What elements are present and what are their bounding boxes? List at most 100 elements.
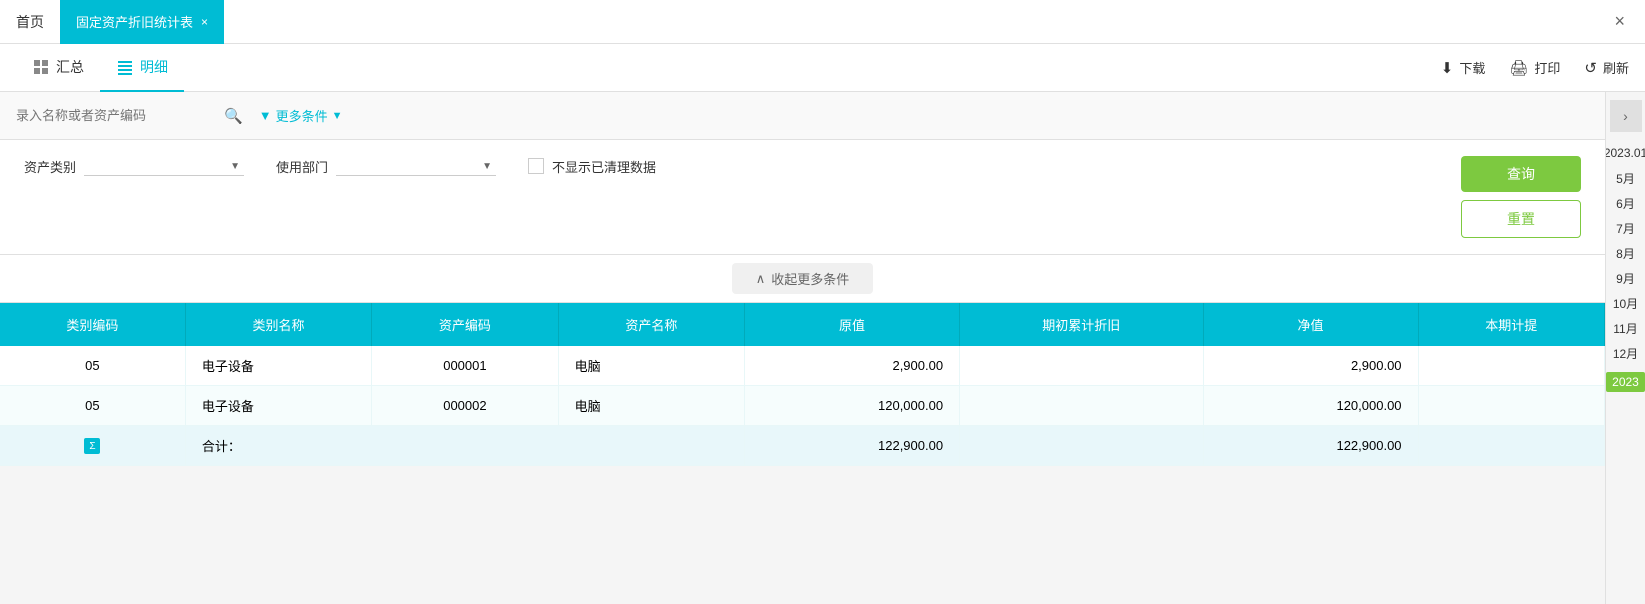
cell-original-value: 2,900.00 bbox=[745, 346, 960, 386]
col-header-asset-code: 资产编码 bbox=[372, 303, 558, 346]
tab-detail[interactable]: 明细 bbox=[100, 44, 184, 92]
cell-category-name: 电子设备 bbox=[185, 386, 371, 426]
sidebar-year-badge[interactable]: 2023 bbox=[1606, 372, 1645, 392]
sidebar-month-item[interactable]: 5月 bbox=[1613, 166, 1638, 191]
print-icon: 🖨 bbox=[1509, 59, 1528, 77]
refresh-button[interactable]: ↺ 刷新 bbox=[1584, 58, 1629, 77]
total-net-value: 122,900.00 bbox=[1203, 426, 1418, 466]
department-group: 使用部门 ▼ bbox=[276, 156, 496, 176]
cell-asset-name: 电脑 bbox=[558, 346, 744, 386]
search-bar: 🔍 ▼ 更多条件 ▼ bbox=[0, 92, 1605, 140]
sidebar-expand-arrow[interactable]: › bbox=[1610, 100, 1642, 132]
collapse-icon: ∧ bbox=[756, 271, 766, 287]
main-content: 🔍 ▼ 更多条件 ▼ 资产类别 ▼ bbox=[0, 92, 1645, 604]
total-current-depreciation bbox=[1418, 426, 1604, 466]
sidebar-month-item[interactable]: 12月 bbox=[1613, 341, 1638, 366]
cell-net-value: 120,000.00 bbox=[1203, 386, 1418, 426]
col-header-category-code: 类别编码 bbox=[0, 303, 185, 346]
filter-icon: ▼ bbox=[259, 108, 272, 123]
hide-cleared-checkbox[interactable] bbox=[528, 158, 544, 174]
summary-tab-icon bbox=[32, 58, 50, 76]
tab-summary[interactable]: 汇总 bbox=[16, 44, 100, 92]
search-icon[interactable]: 🔍 bbox=[224, 107, 243, 125]
table-header-row: 类别编码 类别名称 资产编码 资产名称 原值 期初累计折旧 净值 本期计提 bbox=[0, 303, 1605, 346]
more-conditions-label: 更多条件 bbox=[276, 106, 328, 125]
filter-right: 查询 重置 bbox=[1461, 156, 1581, 238]
query-button[interactable]: 查询 bbox=[1461, 156, 1581, 192]
department-label: 使用部门 bbox=[276, 157, 328, 176]
data-table: 类别编码 类别名称 资产编码 资产名称 原值 期初累计折旧 净值 本期计提 05… bbox=[0, 303, 1605, 466]
total-label-icon: Σ bbox=[0, 426, 185, 466]
tab-title: 固定资产折旧统计表 bbox=[76, 12, 193, 31]
col-header-original-value: 原值 bbox=[745, 303, 960, 346]
filter-section: 资产类别 ▼ 使用部门 bbox=[0, 140, 1605, 255]
sidebar-date-label: 2023.01 bbox=[1605, 142, 1645, 164]
department-select[interactable] bbox=[336, 156, 496, 176]
hide-cleared-group: 不显示已清理数据 bbox=[528, 157, 656, 176]
col-header-asset-name: 资产名称 bbox=[558, 303, 744, 346]
more-conditions-button[interactable]: ▼ 更多条件 ▼ bbox=[259, 106, 343, 125]
col-header-accumulated-depreciation: 期初累计折旧 bbox=[960, 303, 1203, 346]
cell-category-code: 05 bbox=[0, 386, 185, 426]
asset-category-select[interactable] bbox=[84, 156, 244, 176]
col-header-current-depreciation: 本期计提 bbox=[1418, 303, 1604, 346]
table-row[interactable]: 05 电子设备 000001 电脑 2,900.00 2,900.00 bbox=[0, 346, 1605, 386]
cell-asset-code: 000001 bbox=[372, 346, 558, 386]
table-total-row: Σ 合计： 122,900.00 122,900.00 bbox=[0, 426, 1605, 466]
department-select-wrap: ▼ bbox=[336, 156, 496, 176]
total-accumulated bbox=[960, 426, 1203, 466]
cell-accumulated-depreciation bbox=[960, 346, 1203, 386]
toolbar: 汇总 明细 ⬇ 下载 🖨 打印 ↺ 刷新 bbox=[0, 44, 1645, 92]
right-sidebar: › 2023.01 5月6月7月8月9月10月11月12月 2023 bbox=[1605, 92, 1645, 604]
tab-detail-label: 明细 bbox=[140, 57, 168, 77]
collapse-bar: ∧ 收起更多条件 bbox=[0, 255, 1605, 303]
download-button[interactable]: ⬇ 下载 bbox=[1441, 58, 1486, 77]
refresh-icon: ↺ bbox=[1584, 59, 1597, 77]
sidebar-months: 5月6月7月8月9月10月11月12月 bbox=[1613, 166, 1638, 366]
cell-current-depreciation bbox=[1418, 346, 1604, 386]
sidebar-month-item[interactable]: 9月 bbox=[1613, 266, 1638, 291]
detail-tab-icon bbox=[116, 58, 134, 76]
cell-category-code: 05 bbox=[0, 346, 185, 386]
table-container: 类别编码 类别名称 资产编码 资产名称 原值 期初累计折旧 净值 本期计提 05… bbox=[0, 303, 1605, 604]
sidebar-month-item[interactable]: 11月 bbox=[1613, 316, 1638, 341]
download-label: 下载 bbox=[1459, 58, 1485, 77]
hide-cleared-label: 不显示已清理数据 bbox=[552, 157, 656, 176]
window-close-button[interactable]: × bbox=[1614, 11, 1625, 32]
reset-button[interactable]: 重置 bbox=[1461, 200, 1581, 238]
col-header-category-name: 类别名称 bbox=[185, 303, 371, 346]
more-conditions-chevron: ▼ bbox=[332, 110, 343, 122]
left-panel: 🔍 ▼ 更多条件 ▼ 资产类别 ▼ bbox=[0, 92, 1605, 604]
collapse-label: 收起更多条件 bbox=[771, 269, 849, 288]
sidebar-month-item[interactable]: 10月 bbox=[1613, 291, 1638, 316]
refresh-label: 刷新 bbox=[1603, 58, 1629, 77]
cell-current-depreciation bbox=[1418, 386, 1604, 426]
sidebar-month-item[interactable]: 7月 bbox=[1613, 216, 1638, 241]
filter-left: 资产类别 ▼ 使用部门 bbox=[24, 156, 1429, 176]
col-header-net-value: 净值 bbox=[1203, 303, 1418, 346]
cell-net-value: 2,900.00 bbox=[1203, 346, 1418, 386]
total-original-value: 122,900.00 bbox=[745, 426, 960, 466]
search-input[interactable] bbox=[16, 108, 216, 123]
home-link[interactable]: 首页 bbox=[16, 12, 60, 32]
total-label: 合计： bbox=[185, 426, 744, 466]
toolbar-actions: ⬇ 下载 🖨 打印 ↺ 刷新 bbox=[1441, 58, 1629, 77]
sidebar-month-item[interactable]: 8月 bbox=[1613, 241, 1638, 266]
active-tab[interactable]: 固定资产折旧统计表 × bbox=[60, 0, 224, 44]
cell-asset-code: 000002 bbox=[372, 386, 558, 426]
cell-category-name: 电子设备 bbox=[185, 346, 371, 386]
tab-summary-label: 汇总 bbox=[56, 57, 84, 77]
asset-category-label: 资产类别 bbox=[24, 157, 76, 176]
tab-close-icon[interactable]: × bbox=[201, 15, 208, 29]
sidebar-month-item[interactable]: 6月 bbox=[1613, 191, 1638, 216]
print-button[interactable]: 🖨 打印 bbox=[1509, 58, 1560, 77]
top-nav: 首页 固定资产折旧统计表 × × bbox=[0, 0, 1645, 44]
table-row[interactable]: 05 电子设备 000002 电脑 120,000.00 120,000.00 bbox=[0, 386, 1605, 426]
cell-asset-name: 电脑 bbox=[558, 386, 744, 426]
cell-original-value: 120,000.00 bbox=[745, 386, 960, 426]
print-label: 打印 bbox=[1534, 58, 1560, 77]
download-icon: ⬇ bbox=[1441, 59, 1454, 77]
collapse-button[interactable]: ∧ 收起更多条件 bbox=[732, 263, 874, 294]
asset-category-select-wrap: ▼ bbox=[84, 156, 244, 176]
asset-category-group: 资产类别 ▼ bbox=[24, 156, 244, 176]
